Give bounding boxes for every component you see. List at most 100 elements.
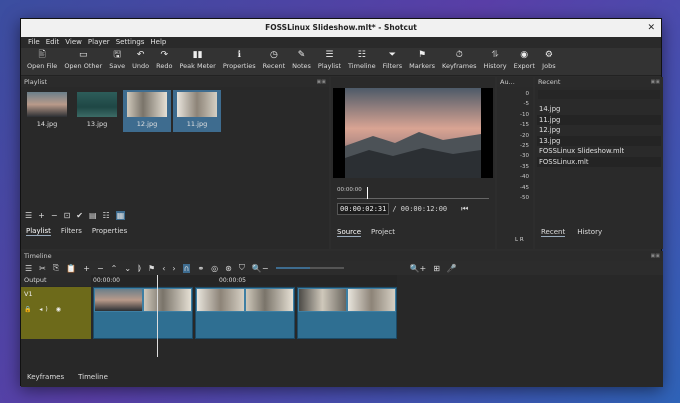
track-v1-header[interactable]: V1 🔒 ◂) ◉	[21, 287, 91, 339]
ripple-icon[interactable]: ◎	[211, 264, 218, 273]
time-ruler: 00:00:00 00:00:05	[91, 275, 397, 286]
split-icon[interactable]: ⟭	[138, 263, 141, 273]
zoom-in-icon[interactable]: 🔍+	[410, 264, 427, 273]
playlist-button[interactable]: ☰ Playlist	[316, 48, 343, 75]
grid-view-icon[interactable]: ▦	[115, 210, 126, 220]
main-toolbar: 🖹 Open File ▭ Open Other 🖫 Save ↶ Undo ↷ Redo…	[21, 48, 661, 76]
jobs-button[interactable]: ⚙ Jobs	[540, 48, 558, 75]
list-item[interactable]: 13.jpg	[537, 135, 661, 146]
close-icon[interactable]: ✕	[647, 19, 655, 37]
notes-button[interactable]: ✎ Notes	[290, 48, 313, 75]
details-view-icon[interactable]: ▤	[89, 211, 97, 220]
list-item[interactable]: 12.jpg	[537, 125, 661, 136]
timeline-button[interactable]: ☷ Timeline	[346, 48, 378, 75]
marker-icon[interactable]: ⚑	[148, 264, 155, 273]
title-bar: FOSSLinux Slideshow.mlt* - Shotcut ✕	[21, 19, 661, 37]
peak-meter-button[interactable]: ▮▮ Peak Meter	[177, 48, 217, 75]
list-view-icon[interactable]: ☷	[103, 211, 110, 220]
tab-timeline[interactable]: Timeline	[78, 373, 108, 381]
previous-marker-icon[interactable]: ‹	[162, 264, 165, 273]
preview-image	[345, 88, 481, 178]
menu-help[interactable]: Help	[147, 37, 169, 48]
keyframes-button[interactable]: ⏱ Keyframes	[440, 48, 478, 75]
menu-icon[interactable]: ☰	[25, 264, 32, 273]
export-button[interactable]: ◉ Export	[512, 48, 537, 75]
overwrite-icon[interactable]: ⌄	[124, 264, 131, 273]
tab-keyframes[interactable]: Keyframes	[27, 373, 64, 381]
undo-button[interactable]: ↶ Undo	[130, 48, 151, 75]
video-preview[interactable]	[333, 88, 493, 178]
list-item[interactable]: 11.jpg	[537, 114, 661, 125]
lock-icon[interactable]: 🔒	[24, 306, 34, 313]
microphone-icon[interactable]: 🎤	[447, 264, 457, 273]
update-icon[interactable]: ⊡	[64, 211, 71, 220]
copy-icon[interactable]: ⎘	[53, 263, 59, 273]
current-time-field[interactable]: 00:00:02:31	[337, 203, 390, 215]
zoom-out-icon[interactable]: 🔍−	[252, 264, 269, 273]
open-other-button[interactable]: ▭ Open Other	[62, 48, 104, 75]
viewer-tabs: Source Project	[337, 228, 405, 237]
add-icon[interactable]: +	[38, 211, 45, 220]
paste-icon[interactable]: 📋	[66, 264, 76, 273]
markers-button[interactable]: ⚑ Markers	[407, 48, 437, 75]
timeline-clip[interactable]	[93, 287, 193, 339]
check-icon[interactable]: ✔	[76, 211, 83, 220]
tab-history[interactable]: History	[577, 228, 602, 237]
recent-button[interactable]: ◷ Recent	[261, 48, 287, 75]
tab-recent[interactable]: Recent	[541, 228, 566, 237]
tab-properties[interactable]: Properties	[92, 227, 127, 236]
ripple-markers-icon[interactable]: ⛉	[239, 263, 245, 273]
scrub-playhead[interactable]	[367, 187, 368, 199]
eye-icon[interactable]: ◉	[56, 306, 64, 313]
open-file-icon: 🖹	[38, 50, 46, 60]
timeline-toolbar: ☰ ✂ ⎘ 📋 + − ⌃ ⌄ ⟭ ⚑ ‹ › ∩ ⚭ ◎ ⊛ ⛉ 🔍− 🔍+ …	[21, 261, 663, 275]
window-title: FOSSLinux Slideshow.mlt* - Shotcut	[265, 23, 417, 32]
scrub-bar[interactable]: 00:00:00	[337, 187, 489, 199]
skip-to-start-icon[interactable]: ⏮	[461, 204, 468, 214]
lift-icon[interactable]: ⌃	[111, 264, 118, 273]
save-button[interactable]: 🖫 Save	[107, 48, 127, 75]
playlist-panel: Playlist ▣▣ 14.jpg 13.jpg 12.jpg 11.jpg ☰…	[21, 77, 329, 249]
playlist-item[interactable]: 14.jpg	[23, 90, 71, 132]
scrub-icon[interactable]: ⚭	[197, 264, 204, 273]
open-other-icon: ▭	[78, 50, 88, 60]
zoom-fit-icon[interactable]: ⊞	[433, 264, 440, 273]
filters-button[interactable]: ⏷ Filters	[381, 48, 404, 75]
remove-icon[interactable]: −	[51, 211, 58, 220]
menu-view[interactable]: View	[62, 37, 85, 48]
tab-project[interactable]: Project	[371, 228, 395, 237]
zoom-slider[interactable]	[275, 267, 344, 269]
properties-button[interactable]: ℹ Properties	[221, 48, 258, 75]
open-file-button[interactable]: 🖹 Open File	[25, 48, 59, 75]
cut-icon[interactable]: ✂	[39, 264, 46, 273]
thumbnail-image	[127, 92, 167, 117]
notes-icon: ✎	[297, 50, 306, 60]
append-icon[interactable]: +	[83, 264, 90, 273]
playlist-tabs: Playlist Filters Properties	[21, 227, 137, 236]
list-item[interactable]: 14.jpg	[537, 104, 661, 115]
redo-button[interactable]: ↷ Redo	[154, 48, 174, 75]
remove-icon[interactable]: −	[97, 264, 104, 273]
timeline-clip[interactable]	[195, 287, 295, 339]
menu-player[interactable]: Player	[85, 37, 113, 48]
recent-search-input[interactable]	[538, 90, 660, 99]
tab-filters[interactable]: Filters	[61, 227, 82, 236]
playlist-toolbar: ☰ + − ⊡ ✔ ▤ ☷ ▦	[21, 208, 329, 222]
list-item[interactable]: FOSSLinux.mlt	[537, 156, 661, 167]
playlist-item[interactable]: 11.jpg	[173, 90, 221, 132]
timeline-playhead[interactable]	[157, 275, 158, 357]
mute-icon[interactable]: ◂)	[39, 306, 50, 313]
timeline-clip[interactable]	[297, 287, 397, 339]
playlist-item[interactable]: 12.jpg	[123, 90, 171, 132]
tab-playlist[interactable]: Playlist	[26, 227, 51, 236]
tab-source[interactable]: Source	[337, 228, 362, 237]
menu-icon[interactable]: ☰	[25, 211, 32, 220]
history-button[interactable]: ⥮ History	[481, 48, 508, 75]
recent-tabs: Recent History	[541, 228, 614, 237]
snap-icon[interactable]: ∩	[182, 263, 191, 273]
playlist-item[interactable]: 13.jpg	[73, 90, 121, 132]
ripple-all-icon[interactable]: ⊛	[225, 264, 232, 273]
next-marker-icon[interactable]: ›	[172, 264, 175, 273]
list-item[interactable]: FOSSLinux Slideshow.mlt	[537, 146, 661, 157]
timeline-tracks: Output V1 🔒 ◂) ◉ 00:00:00 00:00:05	[21, 275, 663, 365]
